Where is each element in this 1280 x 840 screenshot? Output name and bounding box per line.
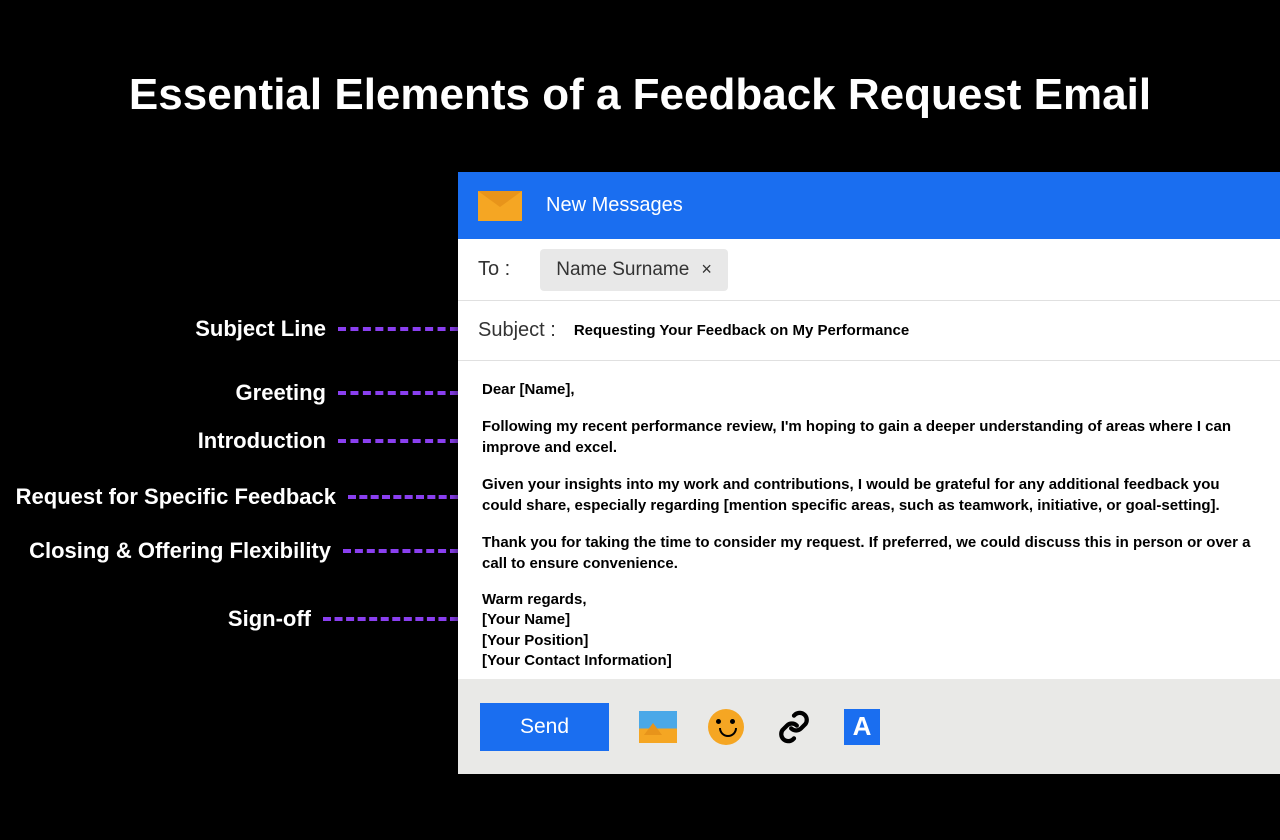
compose-toolbar: Send A [458, 679, 1280, 774]
label-subject-line: Subject Line [0, 316, 458, 342]
connector-line [343, 549, 458, 553]
signoff-regards: Warm regards, [482, 590, 1256, 610]
body-closing: Thank you for taking the time to conside… [482, 532, 1256, 574]
label-closing: Closing & Offering Flexibility [0, 538, 458, 564]
connector-line [338, 439, 458, 443]
email-compose-window: New Messages To : Name Surname × Subject… [458, 172, 1280, 774]
label-text: Sign-off [228, 606, 311, 632]
label-signoff: Sign-off [0, 606, 458, 632]
email-body[interactable]: Dear [Name], Following my recent perform… [458, 361, 1280, 679]
body-greeting: Dear [Name], [482, 379, 1256, 400]
email-header: New Messages [458, 172, 1280, 239]
label-text: Subject Line [195, 316, 326, 342]
insert-image-icon[interactable] [639, 708, 677, 746]
recipient-chip[interactable]: Name Surname × [540, 249, 728, 291]
connector-line [338, 327, 458, 331]
to-field-row: To : Name Surname × [458, 239, 1280, 301]
label-text: Closing & Offering Flexibility [29, 538, 331, 564]
label-text: Introduction [198, 428, 326, 454]
remove-recipient-icon[interactable]: × [701, 259, 712, 280]
header-title: New Messages [546, 194, 683, 217]
body-signoff: Warm regards, [Your Name] [Your Position… [482, 590, 1256, 671]
text-format-icon[interactable]: A [843, 708, 881, 746]
connector-line [323, 617, 458, 621]
mail-icon [478, 191, 522, 221]
signoff-contact: [Your Contact Information] [482, 651, 1256, 671]
signoff-name: [Your Name] [482, 610, 1256, 630]
attachment-icon[interactable] [775, 708, 813, 746]
connector-line [338, 391, 458, 395]
label-text: Greeting [236, 380, 326, 406]
connector-line [348, 495, 458, 499]
body-intro: Following my recent performance review, … [482, 416, 1256, 458]
signoff-position: [Your Position] [482, 631, 1256, 651]
label-introduction: Introduction [0, 428, 458, 454]
emoji-icon[interactable] [707, 708, 745, 746]
send-button[interactable]: Send [480, 703, 609, 751]
subject-field-row: Subject : Requesting Your Feedback on My… [458, 301, 1280, 361]
subject-label: Subject : [478, 319, 556, 342]
body-request: Given your insights into my work and con… [482, 474, 1256, 516]
label-text: Request for Specific Feedback [16, 484, 336, 510]
recipient-name: Name Surname [556, 259, 689, 281]
subject-input[interactable]: Requesting Your Feedback on My Performan… [574, 322, 909, 339]
page-title: Essential Elements of a Feedback Request… [0, 70, 1280, 120]
label-request-feedback: Request for Specific Feedback [0, 484, 458, 510]
to-label: To : [478, 258, 510, 281]
label-greeting: Greeting [0, 380, 458, 406]
